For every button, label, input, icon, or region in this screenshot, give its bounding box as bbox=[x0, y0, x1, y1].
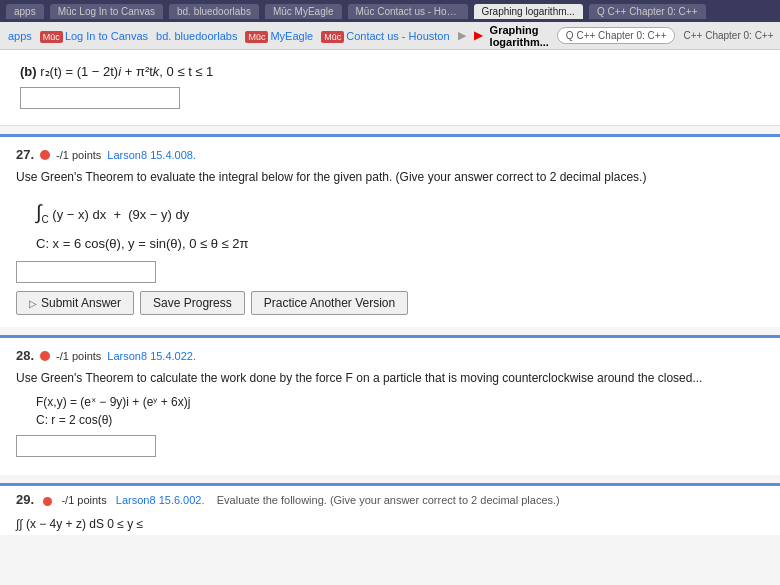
nav-contact[interactable]: MūcContact us - Houston bbox=[321, 30, 449, 42]
tab-bluedoorlabs[interactable]: bd. bluedoorlabs bbox=[169, 4, 259, 19]
q28-force-line2: C: r = 2 cos(θ) bbox=[36, 413, 764, 427]
practice-another-button[interactable]: Practice Another Version bbox=[251, 291, 408, 315]
q27-answer-input[interactable] bbox=[16, 261, 156, 283]
q29-instruction: Evaluate the following. (Give your answe… bbox=[217, 494, 560, 506]
q28-number: 28. bbox=[16, 348, 34, 363]
question-28-section: 28. -/1 points Larson8 15.4.022. Use Gre… bbox=[0, 335, 780, 475]
submit-label: Submit Answer bbox=[41, 296, 121, 310]
q28-source: Larson8 15.4.022. bbox=[107, 350, 196, 362]
integral-expression: (y − x) dx + (9x − y) dy bbox=[52, 207, 189, 222]
nav-myeagle[interactable]: MūcMyEagle bbox=[245, 30, 313, 42]
q29-dot bbox=[43, 497, 52, 506]
tab-contact[interactable]: Mūc Contact us - Houston bbox=[348, 4, 468, 19]
nav-canvas[interactable]: MūcLog In to Canvas bbox=[40, 30, 148, 42]
part-label: (b) bbox=[20, 64, 37, 79]
q29-points: -/1 points bbox=[61, 494, 106, 506]
q27-button-row: ▷ Submit Answer Save Progress Practice A… bbox=[16, 291, 764, 315]
nav-cpp-label[interactable]: C++ Chapter 0: C++ bbox=[683, 30, 773, 41]
navigation-bar: apps MūcLog In to Canvas bd. bluedoorlab… bbox=[0, 22, 780, 50]
q28-dot bbox=[40, 351, 50, 361]
equation-label: (b) r₂(t) = (1 − 2t)i + π²tk, 0 ≤ t ≤ 1 bbox=[20, 64, 760, 79]
nav-graphing-label[interactable]: Graphing logarithm... bbox=[490, 24, 549, 48]
q27-header: 27. -/1 points Larson8 15.4.008. bbox=[16, 147, 764, 162]
q28-points: -/1 points bbox=[56, 350, 101, 362]
tab-graphing[interactable]: Graphing logarithm... bbox=[474, 4, 583, 19]
equation-text: r₂(t) = (1 − 2t)i + π²tk, 0 ≤ t ≤ 1 bbox=[40, 64, 213, 79]
submit-arrow-icon: ▷ bbox=[29, 298, 37, 309]
main-content: (b) r₂(t) = (1 − 2t)i + π²tk, 0 ≤ t ≤ 1 … bbox=[0, 50, 780, 585]
q27-integral-line: ∫C (y − x) dx + (9x − y) dy bbox=[36, 194, 764, 230]
top-equation-section: (b) r₂(t) = (1 − 2t)i + π²tk, 0 ≤ t ≤ 1 bbox=[0, 50, 780, 126]
q28-force-line1: F(x,y) = (eˣ − 9y)i + (eʸ + 6x)j bbox=[36, 395, 764, 409]
tab-myeagle[interactable]: Mūc MyEagle bbox=[265, 4, 342, 19]
q29-number: 29. bbox=[16, 492, 34, 507]
nav-search-box[interactable]: Q C++ Chapter 0: C++ bbox=[557, 27, 676, 44]
tab-canvas[interactable]: Mūc Log In to Canvas bbox=[50, 4, 163, 19]
q27-instruction: Use Green's Theorem to evaluate the inte… bbox=[16, 168, 764, 186]
q27-path: C: x = 6 cos(θ), y = sin(θ), 0 ≤ θ ≤ 2π bbox=[36, 232, 764, 255]
q27-number: 27. bbox=[16, 147, 34, 162]
q27-points: -/1 points bbox=[56, 149, 101, 161]
tab-cpp[interactable]: Q C++ Chapter 0: C++ bbox=[589, 4, 706, 19]
question-29-section: 29. -/1 points Larson8 15.6.002. Evaluat… bbox=[0, 483, 780, 513]
youtube-icon: ▶ bbox=[474, 29, 482, 42]
q27-integral: ∫C (y − x) dx + (9x − y) dy C: x = 6 cos… bbox=[36, 194, 764, 255]
q29-integral-partial: ∫∫ (x − 4y + z) dS 0 ≤ y ≤ bbox=[0, 513, 780, 535]
q28-answer-input[interactable] bbox=[16, 435, 156, 457]
q29-source: Larson8 15.6.002. bbox=[116, 494, 205, 506]
nav-separator: ▶ bbox=[458, 29, 466, 42]
nav-bluedoorlabs[interactable]: bd. bluedoorlabs bbox=[156, 30, 237, 42]
q28-instruction: Use Green's Theorem to calculate the wor… bbox=[16, 369, 764, 387]
tab-apps[interactable]: apps bbox=[6, 4, 44, 19]
nav-apps[interactable]: apps bbox=[8, 30, 32, 42]
integral-subscript: C bbox=[41, 214, 48, 225]
q27-dot bbox=[40, 150, 50, 160]
submit-answer-button[interactable]: ▷ Submit Answer bbox=[16, 291, 134, 315]
browser-tab-bar: apps Mūc Log In to Canvas bd. bluedoorla… bbox=[0, 0, 780, 22]
question-27-section: 27. -/1 points Larson8 15.4.008. Use Gre… bbox=[0, 134, 780, 327]
top-answer-input[interactable] bbox=[20, 87, 180, 109]
q27-source: Larson8 15.4.008. bbox=[107, 149, 196, 161]
save-progress-button[interactable]: Save Progress bbox=[140, 291, 245, 315]
q28-header: 28. -/1 points Larson8 15.4.022. bbox=[16, 348, 764, 363]
